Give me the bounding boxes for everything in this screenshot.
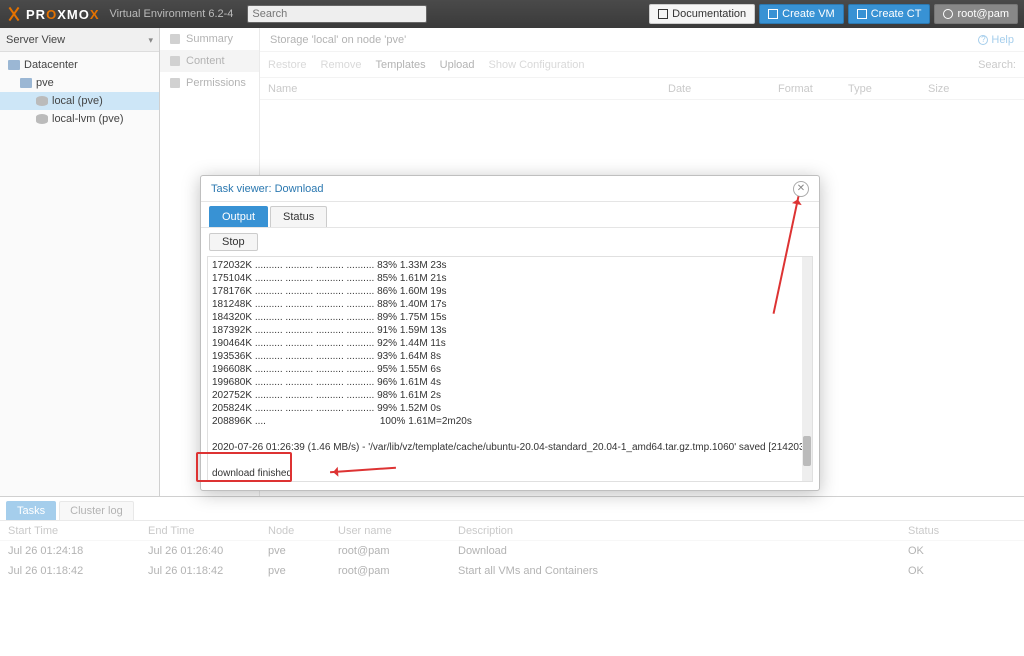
search-input[interactable] bbox=[247, 5, 427, 23]
scrollbar[interactable] bbox=[802, 257, 812, 481]
nav-label: Summary bbox=[186, 28, 233, 50]
help-icon: ? bbox=[978, 35, 988, 45]
create-ct-button[interactable]: Create CT bbox=[848, 4, 931, 24]
close-icon: ✕ bbox=[797, 183, 805, 194]
task-viewer-dialog: Task viewer: Download ✕ Output Status St… bbox=[200, 175, 820, 491]
tab-tasks[interactable]: Tasks bbox=[6, 501, 56, 520]
user-label: root@pam bbox=[957, 5, 1009, 23]
nav-summary[interactable]: Summary bbox=[160, 28, 259, 50]
cell: Download bbox=[458, 545, 908, 557]
showcfg-button[interactable]: Show Configuration bbox=[489, 59, 585, 71]
tree-label: local-lvm (pve) bbox=[52, 110, 124, 128]
cell: Jul 26 01:18:42 bbox=[148, 565, 268, 577]
nav-label: Permissions bbox=[186, 72, 246, 94]
brand-x: X bbox=[90, 7, 100, 22]
close-button[interactable]: ✕ bbox=[793, 181, 809, 197]
documentation-button[interactable]: Documentation bbox=[649, 4, 755, 24]
help-button[interactable]: ?Help bbox=[978, 28, 1014, 52]
tcol-end[interactable]: End Time bbox=[148, 525, 268, 537]
tree-node-pve[interactable]: pve bbox=[0, 74, 159, 92]
upload-button[interactable]: Upload bbox=[440, 59, 475, 71]
nav-content[interactable]: Content bbox=[160, 50, 259, 72]
node-icon bbox=[20, 78, 32, 88]
tree-label: pve bbox=[36, 74, 54, 92]
cell: OK bbox=[908, 565, 1016, 577]
cell: root@pam bbox=[338, 545, 458, 557]
brand: PROXMOX bbox=[26, 7, 99, 22]
content-search-label: Search: bbox=[978, 59, 1016, 71]
create-vm-label: Create VM bbox=[782, 5, 835, 23]
cell: Start all VMs and Containers bbox=[458, 565, 908, 577]
grid-icon bbox=[170, 56, 180, 66]
tree-label: local (pve) bbox=[52, 92, 103, 110]
restore-button[interactable]: Restore bbox=[268, 59, 307, 71]
view-mode-select[interactable]: Server View ▾ bbox=[0, 28, 159, 52]
create-ct-label: Create CT bbox=[871, 5, 922, 23]
cell: Jul 26 01:26:40 bbox=[148, 545, 268, 557]
output-text: 172032K .......... .......... ..........… bbox=[212, 260, 813, 482]
brand-o: O bbox=[46, 7, 57, 22]
user-menu-button[interactable]: root@pam bbox=[934, 4, 1018, 24]
col-format[interactable]: Format bbox=[778, 78, 848, 99]
view-mode-label: Server View bbox=[6, 28, 65, 52]
help-label: Help bbox=[991, 28, 1014, 52]
content-title: Storage 'local' on node 'pve' bbox=[270, 28, 406, 52]
col-date[interactable]: Date bbox=[668, 78, 778, 99]
tcol-desc[interactable]: Description bbox=[458, 525, 908, 537]
top-header: PROXMOX Virtual Environment 6.2-4 Docume… bbox=[0, 0, 1024, 28]
user-icon bbox=[943, 9, 953, 19]
book-icon bbox=[658, 9, 668, 19]
tcol-status[interactable]: Status bbox=[908, 525, 1016, 537]
cell: OK bbox=[908, 545, 1016, 557]
chevron-down-icon: ▾ bbox=[148, 28, 153, 52]
task-output[interactable]: 172032K .......... .......... ..........… bbox=[207, 256, 813, 482]
col-name[interactable]: Name bbox=[268, 78, 668, 99]
scroll-thumb[interactable] bbox=[803, 436, 811, 466]
nav-label: Content bbox=[186, 50, 225, 72]
chart-icon bbox=[170, 34, 180, 44]
nav-permissions[interactable]: Permissions bbox=[160, 72, 259, 94]
col-type[interactable]: Type bbox=[848, 78, 928, 99]
ve-version: Virtual Environment 6.2-4 bbox=[109, 8, 233, 20]
server-icon bbox=[8, 60, 20, 70]
brand-left: PR bbox=[26, 7, 46, 22]
brand-right: XMO bbox=[57, 7, 90, 22]
storage-icon bbox=[36, 96, 48, 106]
cube-icon bbox=[857, 9, 867, 19]
monitor-icon bbox=[768, 9, 778, 19]
col-size[interactable]: Size bbox=[928, 78, 1016, 99]
templates-button[interactable]: Templates bbox=[376, 59, 426, 71]
tab-output[interactable]: Output bbox=[209, 206, 268, 227]
tree-label: Datacenter bbox=[24, 56, 78, 74]
global-search[interactable] bbox=[247, 5, 427, 23]
stop-button[interactable]: Stop bbox=[209, 233, 258, 251]
task-row[interactable]: Jul 26 01:18:42 Jul 26 01:18:42 pve root… bbox=[0, 561, 1024, 581]
dialog-title: Task viewer: Download bbox=[211, 183, 324, 195]
doc-label: Documentation bbox=[672, 5, 746, 23]
tasks-panel: Tasks Cluster log Start Time End Time No… bbox=[0, 496, 1024, 656]
tree-datacenter[interactable]: Datacenter bbox=[0, 56, 159, 74]
create-vm-button[interactable]: Create VM bbox=[759, 4, 844, 24]
tab-status[interactable]: Status bbox=[270, 206, 327, 227]
cell: pve bbox=[268, 565, 338, 577]
cell: Jul 26 01:18:42 bbox=[8, 565, 148, 577]
remove-button[interactable]: Remove bbox=[321, 59, 362, 71]
tab-cluster-log[interactable]: Cluster log bbox=[59, 501, 134, 520]
cell: root@pam bbox=[338, 565, 458, 577]
tree-storage-local[interactable]: local (pve) bbox=[0, 92, 159, 110]
tcol-start[interactable]: Start Time bbox=[8, 525, 148, 537]
tcol-node[interactable]: Node bbox=[268, 525, 338, 537]
storage-icon bbox=[36, 114, 48, 124]
cell: Jul 26 01:24:18 bbox=[8, 545, 148, 557]
lock-icon bbox=[170, 78, 180, 88]
logo-icon bbox=[6, 6, 22, 22]
tcol-user[interactable]: User name bbox=[338, 525, 458, 537]
task-row[interactable]: Jul 26 01:24:18 Jul 26 01:26:40 pve root… bbox=[0, 541, 1024, 561]
cell: pve bbox=[268, 545, 338, 557]
tree-storage-local-lvm[interactable]: local-lvm (pve) bbox=[0, 110, 159, 128]
